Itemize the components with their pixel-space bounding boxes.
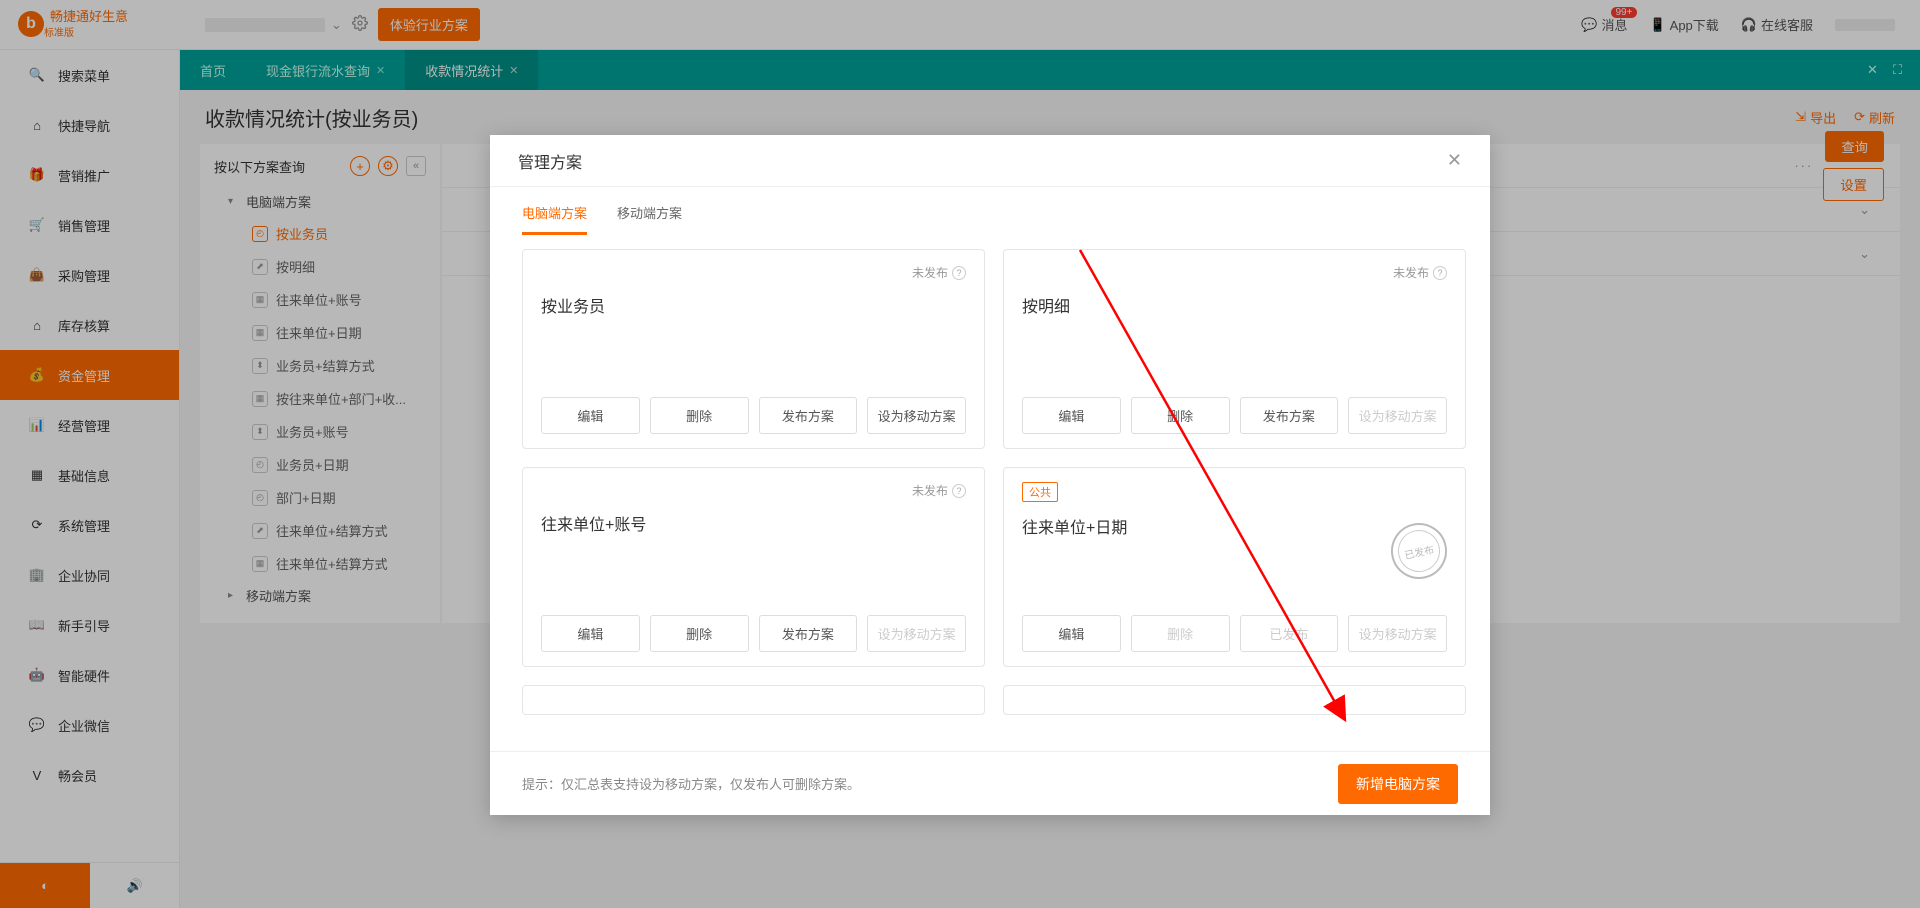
card-edit-button[interactable]: 编辑	[541, 615, 640, 652]
scheme-card: 未发布 ? 往来单位+账号编辑删除发布方案设为移动方案	[522, 467, 985, 667]
card-title: 往来单位+账号	[541, 511, 966, 535]
card-publish-button[interactable]: 发布方案	[759, 615, 858, 652]
card-title: 按业务员	[541, 293, 966, 317]
modal-tabs: 电脑端方案 移动端方案	[490, 187, 1490, 235]
card-title: 往来单位+日期	[1022, 514, 1447, 538]
add-pc-scheme-button[interactable]: 新增电脑方案	[1338, 764, 1458, 804]
modal-tab-mobile[interactable]: 移动端方案	[617, 203, 682, 235]
card-publish-button[interactable]: 发布方案	[759, 397, 858, 434]
card-delete-button[interactable]: 删除	[650, 615, 749, 652]
card-published-button: 已发布	[1240, 615, 1339, 652]
scheme-card: 公共往来单位+日期已发布编辑删除已发布设为移动方案	[1003, 467, 1466, 667]
public-tag: 公共	[1022, 482, 1058, 502]
card-setmobile-button: 设为移动方案	[1348, 397, 1447, 434]
help-icon[interactable]: ?	[952, 484, 966, 498]
card-setmobile-button: 设为移动方案	[867, 615, 966, 652]
card-status: 未发布 ?	[912, 482, 966, 499]
scheme-card: 未发布 ? 按业务员编辑删除发布方案设为移动方案	[522, 249, 985, 449]
card-delete-button[interactable]: 删除	[650, 397, 749, 434]
card-title: 按明细	[1022, 293, 1447, 317]
card-delete-button: 删除	[1131, 615, 1230, 652]
card-edit-button[interactable]: 编辑	[1022, 397, 1121, 434]
modal-title: 管理方案	[518, 149, 582, 173]
scheme-card-partial	[1003, 685, 1466, 715]
card-setmobile-button: 设为移动方案	[1348, 615, 1447, 652]
help-icon[interactable]: ?	[952, 266, 966, 280]
modal-manage-scheme: 管理方案 ✕ 电脑端方案 移动端方案 未发布 ?按业务员编辑删除发布方案设为移动…	[490, 135, 1490, 815]
card-edit-button[interactable]: 编辑	[1022, 615, 1121, 652]
scheme-card-partial	[522, 685, 985, 715]
modal-tip: 提示：仅汇总表支持设为移动方案，仅发布人可删除方案。	[522, 774, 860, 793]
help-icon[interactable]: ?	[1433, 266, 1447, 280]
modal-close-button[interactable]: ✕	[1447, 150, 1462, 171]
modal-footer: 提示：仅汇总表支持设为移动方案，仅发布人可删除方案。 新增电脑方案	[490, 751, 1490, 815]
card-status: 未发布 ?	[912, 264, 966, 281]
card-edit-button[interactable]: 编辑	[541, 397, 640, 434]
modal-header: 管理方案 ✕	[490, 135, 1490, 187]
card-status: 未发布 ?	[1393, 264, 1447, 281]
modal-body: 未发布 ?按业务员编辑删除发布方案设为移动方案未发布 ?按明细编辑删除发布方案设…	[490, 235, 1490, 751]
card-setmobile-button[interactable]: 设为移动方案	[867, 397, 966, 434]
scheme-card: 未发布 ? 按明细编辑删除发布方案设为移动方案	[1003, 249, 1466, 449]
card-publish-button[interactable]: 发布方案	[1240, 397, 1339, 434]
modal-tab-pc[interactable]: 电脑端方案	[522, 203, 587, 235]
card-delete-button[interactable]: 删除	[1131, 397, 1230, 434]
